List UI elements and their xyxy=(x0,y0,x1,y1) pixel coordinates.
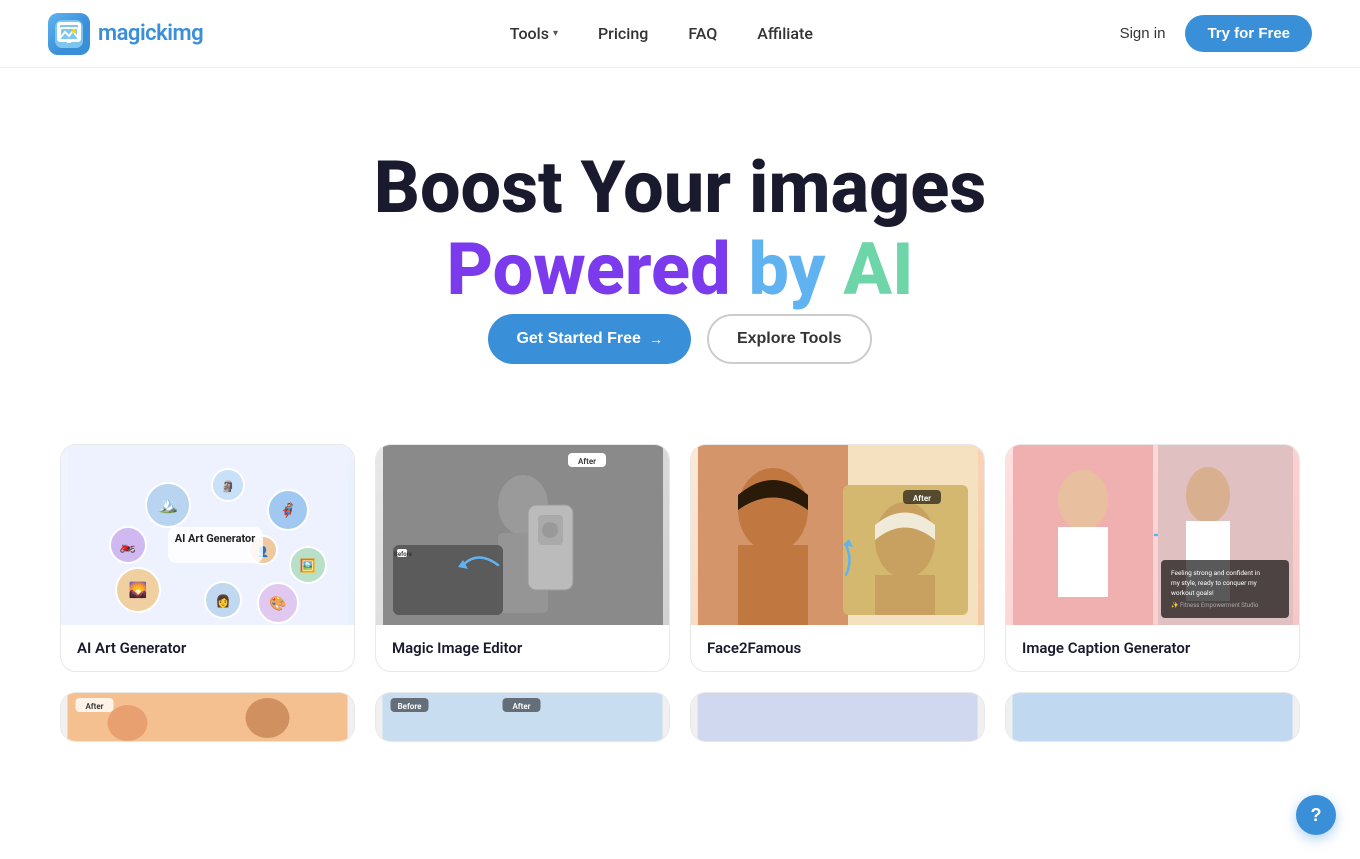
hero-section: Boost Your images Powered by AI Get Star… xyxy=(0,68,1360,424)
svg-text:🏔️: 🏔️ xyxy=(158,495,178,514)
tool-card-face2famous[interactable]: Before After xyxy=(690,444,985,672)
tool-card-face2famous-image: Before After xyxy=(691,445,984,625)
tool-card-bottom-image-1: After xyxy=(61,693,354,742)
svg-text:Feeling strong and confident i: Feeling strong and confident in xyxy=(1171,569,1260,577)
tool-card-bottom-3[interactable] xyxy=(690,692,985,742)
svg-text:After: After xyxy=(85,702,103,711)
nav-links: Tools ▾ Pricing FAQ Affiliate xyxy=(510,24,813,43)
logo[interactable]: magickimg xyxy=(48,13,203,55)
tool-label-magic-editor: Magic Image Editor xyxy=(376,625,669,671)
tool-label-face2famous: Face2Famous xyxy=(691,625,984,671)
nav-pricing[interactable]: Pricing xyxy=(598,24,648,43)
hero-powered: Powered xyxy=(446,227,730,312)
tool-card-bottom-2[interactable]: Before After xyxy=(375,692,670,742)
arrow-right-icon: → xyxy=(649,331,663,347)
hero-title-line2: Powered by AI xyxy=(20,227,1340,313)
logo-icon xyxy=(48,13,90,55)
tool-card-magic-editor-image: Before After xyxy=(376,445,669,625)
nav-tools[interactable]: Tools ▾ xyxy=(510,24,558,43)
svg-text:✨ Fitness Empowerment Studio: ✨ Fitness Empowerment Studio xyxy=(1171,601,1259,609)
tools-grid: 🏔️ 🗿 🦸 🏍️ 👤 🖼️ 🌄 👩 🎨 xyxy=(60,444,1300,672)
hero-by: by xyxy=(749,227,826,312)
svg-text:After: After xyxy=(912,494,930,503)
svg-text:workout goals!: workout goals! xyxy=(1171,589,1214,597)
tool-label-ai-art: AI Art Generator xyxy=(61,625,354,671)
tool-card-bottom-image-4 xyxy=(1006,693,1299,742)
svg-text:🏍️: 🏍️ xyxy=(119,539,135,554)
svg-text:After: After xyxy=(512,702,530,711)
svg-text:🗿: 🗿 xyxy=(221,480,235,493)
tool-card-ai-art-image: 🏔️ 🗿 🦸 🏍️ 👤 🖼️ 🌄 👩 🎨 xyxy=(61,445,354,625)
tool-card-magic-editor[interactable]: Before After Magic Image Editor xyxy=(375,444,670,672)
tool-label-caption: Image Caption Generator xyxy=(1006,625,1299,671)
chevron-down-icon: ▾ xyxy=(553,28,558,39)
try-free-button[interactable]: Try for Free xyxy=(1185,15,1312,52)
hero-buttons: Get Started Free → Explore Tools xyxy=(20,314,1340,364)
svg-text:🦸: 🦸 xyxy=(279,501,296,519)
svg-text:🌄: 🌄 xyxy=(128,581,147,599)
tool-card-bottom-image-3 xyxy=(691,693,984,742)
svg-text:🖼️: 🖼️ xyxy=(299,558,315,574)
hero-title-line1: Boost Your images xyxy=(20,148,1340,227)
tools-section: 🏔️ 🗿 🦸 🏍️ 👤 🖼️ 🌄 👩 🎨 xyxy=(0,424,1360,782)
svg-text:Before: Before xyxy=(398,702,423,711)
svg-text:After: After xyxy=(577,457,595,466)
tool-card-caption-image: Feeling strong and confident in my style… xyxy=(1006,445,1299,625)
svg-text:AI Art Generator: AI Art Generator xyxy=(174,532,255,545)
explore-tools-button[interactable]: Explore Tools xyxy=(707,314,872,364)
help-button[interactable]: ? xyxy=(1296,795,1336,835)
tool-card-caption[interactable]: Feeling strong and confident in my style… xyxy=(1005,444,1300,672)
logo-text: magickimg xyxy=(98,21,203,46)
navbar: magickimg Tools ▾ Pricing FAQ Affiliate … xyxy=(0,0,1360,68)
svg-text:my style, ready to conquer my: my style, ready to conquer my xyxy=(1171,579,1257,587)
tool-card-bottom-1[interactable]: After xyxy=(60,692,355,742)
svg-text:👩: 👩 xyxy=(215,594,230,608)
tools-grid-bottom: After Before After xyxy=(60,692,1300,742)
nav-actions: Sign in Try for Free xyxy=(1120,15,1312,52)
svg-text:🎨: 🎨 xyxy=(269,594,286,612)
tool-card-bottom-4[interactable] xyxy=(1005,692,1300,742)
svg-text:Before: Before xyxy=(394,551,413,558)
tool-card-bottom-image-2: Before After xyxy=(376,693,669,742)
get-started-button[interactable]: Get Started Free → xyxy=(488,314,690,364)
hero-ai: AI xyxy=(843,227,913,312)
nav-affiliate[interactable]: Affiliate xyxy=(757,24,813,43)
tool-card-ai-art[interactable]: 🏔️ 🗿 🦸 🏍️ 👤 🖼️ 🌄 👩 🎨 xyxy=(60,444,355,672)
sign-in-button[interactable]: Sign in xyxy=(1120,25,1166,42)
nav-faq[interactable]: FAQ xyxy=(688,24,717,43)
